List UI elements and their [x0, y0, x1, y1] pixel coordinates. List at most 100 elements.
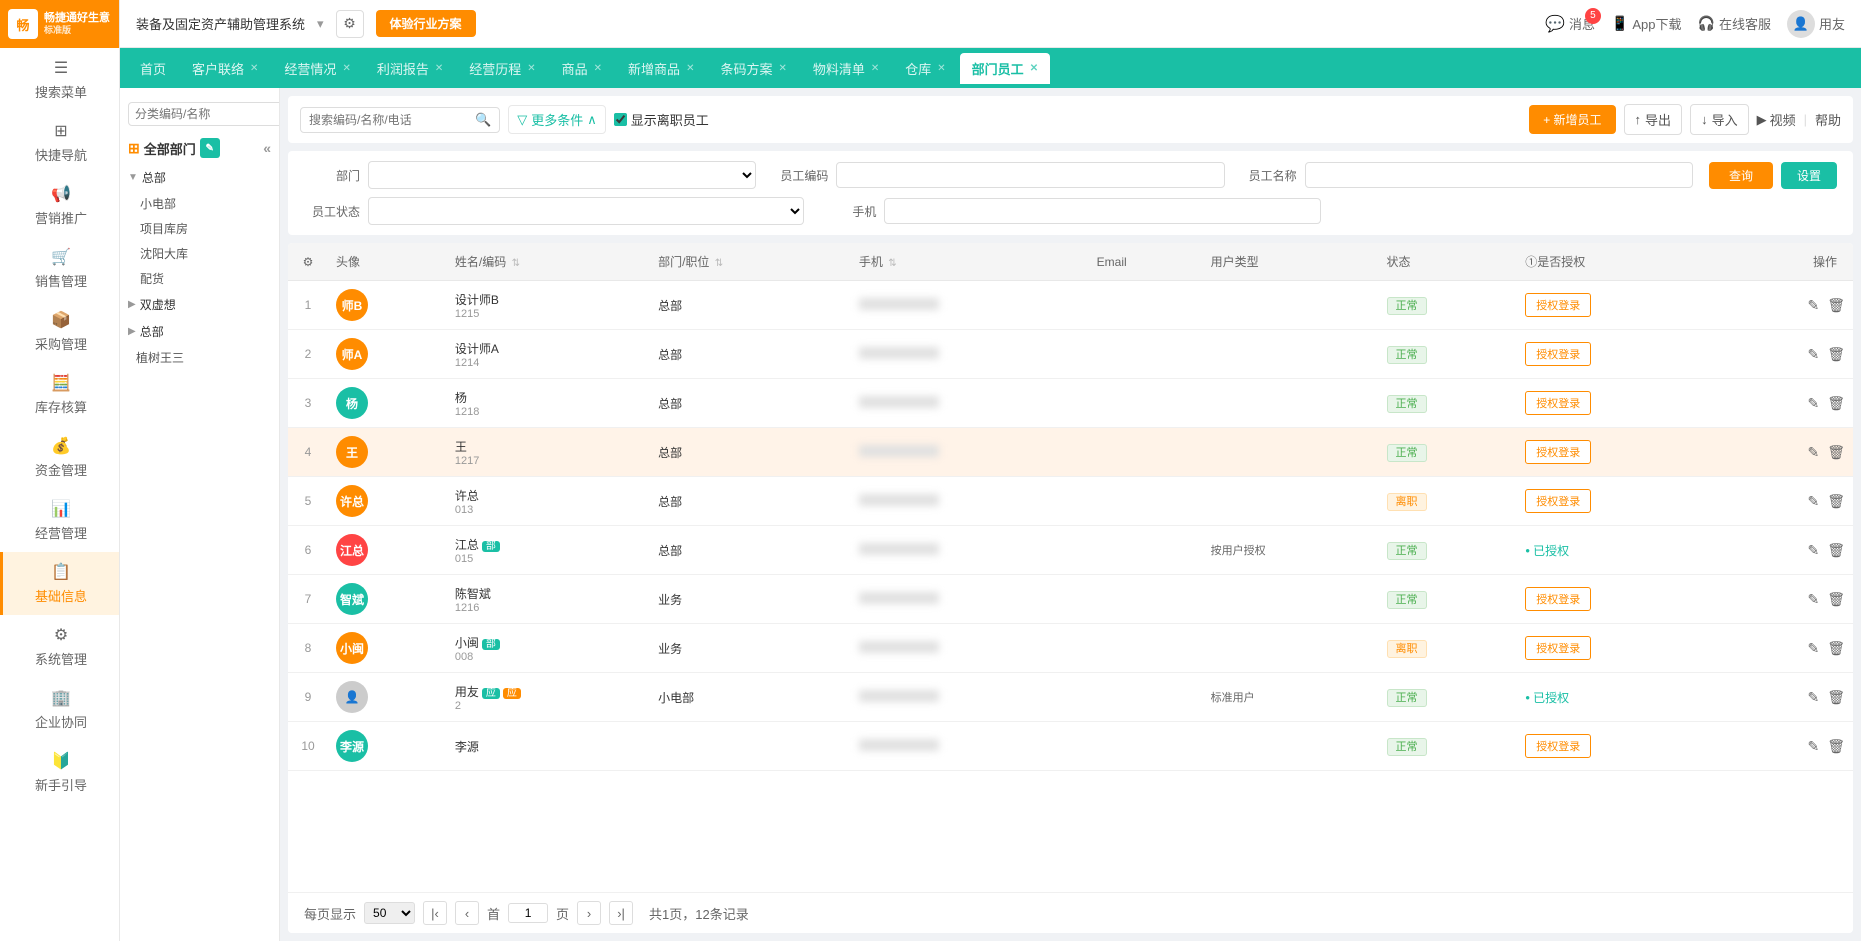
show-resigned-check[interactable]: 显示离职员工 [614, 110, 709, 129]
navtab-customer[interactable]: 客户联络✕ [180, 53, 270, 84]
edit-btn[interactable]: ✎ [1807, 346, 1819, 363]
dept-select[interactable] [368, 161, 756, 189]
resigned-checkbox[interactable] [614, 113, 627, 126]
edit-btn[interactable]: ✎ [1807, 395, 1819, 412]
navtab-barcode[interactable]: 条码方案✕ [708, 53, 798, 84]
sidebar-item-marketing[interactable]: 📢营销推广 [0, 174, 119, 237]
edit-btn[interactable]: ✎ [1807, 689, 1819, 706]
navtab-close-dept-staff[interactable]: ✕ [1030, 63, 1038, 74]
search-input[interactable] [309, 113, 469, 127]
sidebar-item-basic[interactable]: 📋基础信息 [0, 552, 119, 615]
sidebar-item-guide[interactable]: 🔰新手引导 [0, 741, 119, 804]
tree-item-小电部[interactable]: 小电部 [120, 191, 279, 216]
set-btn[interactable]: 设置 [1781, 162, 1837, 189]
add-employee-btn[interactable]: + 新增员工 [1529, 105, 1615, 134]
auth-btn[interactable]: 授权登录 [1525, 391, 1591, 415]
page-number-input[interactable] [508, 903, 548, 923]
tree-group-title-总部[interactable]: ▼ 总部 [120, 164, 279, 191]
edit-btn[interactable]: ✎ [1807, 738, 1819, 755]
edit-btn[interactable]: ✎ [1807, 493, 1819, 510]
col-settings[interactable]: ⚙ [288, 243, 328, 281]
online-service-btn[interactable]: 🎧 在线客服 [1698, 14, 1771, 33]
status-select[interactable] [368, 197, 804, 225]
navtab-profit[interactable]: 利润报告✕ [365, 53, 455, 84]
user-area[interactable]: 👤 用友 [1787, 10, 1845, 38]
navtab-biz-process[interactable]: 经营历程✕ [457, 53, 547, 84]
navtab-close-goods[interactable]: ✕ [594, 63, 602, 74]
delete-btn[interactable]: 🗑 [1827, 297, 1845, 314]
sidebar-item-search[interactable]: ☰搜索菜单 [0, 48, 119, 111]
delete-btn[interactable]: 🗑 [1827, 493, 1845, 510]
sidebar-item-sales[interactable]: 🛒销售管理 [0, 237, 119, 300]
auth-btn[interactable]: 授权登录 [1525, 734, 1591, 758]
delete-btn[interactable]: 🗑 [1827, 640, 1845, 657]
tree-search-input[interactable] [128, 102, 280, 126]
sidebar-item-enterprise[interactable]: 🏢企业协同 [0, 678, 119, 741]
import-btn[interactable]: ↓ 导入 [1690, 104, 1749, 135]
sidebar-item-operation[interactable]: 📊经营管理 [0, 489, 119, 552]
prev-page-btn[interactable]: ‹ [455, 901, 479, 925]
tree-group-title-双虚想[interactable]: ▶ 双虚想 [120, 291, 279, 318]
query-btn[interactable]: 查询 [1709, 162, 1773, 189]
tree-item-配货[interactable]: 配货 [120, 266, 279, 291]
delete-btn[interactable]: 🗑 [1827, 395, 1845, 412]
view-btn[interactable]: ▶ 视频 [1757, 110, 1796, 129]
message-btn[interactable]: 💬 5 消息 [1545, 14, 1595, 34]
delete-btn[interactable]: 🗑 [1827, 591, 1845, 608]
emp-code-input[interactable] [836, 162, 1224, 188]
navtab-warehouse[interactable]: 仓库✕ [893, 53, 957, 84]
navtab-close-material[interactable]: ✕ [871, 63, 879, 74]
auth-btn[interactable]: 授权登录 [1525, 440, 1591, 464]
edit-btn[interactable]: ✎ [1807, 591, 1819, 608]
navtab-close-operation[interactable]: ✕ [342, 63, 350, 74]
edit-btn[interactable]: ✎ [1807, 542, 1819, 559]
col-name[interactable]: 姓名/编码 ⇅ [447, 243, 650, 281]
navtab-new-goods[interactable]: 新增商品✕ [616, 53, 706, 84]
tree-edit-btn[interactable]: ✎ [200, 138, 220, 158]
table-scroll[interactable]: ⚙ 头像 姓名/编码 ⇅ 部门/职位 ⇅ 手机 ⇅ Email 用户类型 状态 … [288, 243, 1853, 892]
last-page-btn[interactable]: ›| [609, 901, 633, 925]
tree-collapse-btn[interactable]: « [263, 140, 271, 156]
tree-item-沈阳大库[interactable]: 沈阳大库 [120, 241, 279, 266]
sidebar-item-purchase[interactable]: 📦采购管理 [0, 300, 119, 363]
sidebar-item-inventory[interactable]: 🧮库存核算 [0, 363, 119, 426]
trial-btn[interactable]: 体验行业方案 [376, 10, 476, 37]
delete-btn[interactable]: 🗑 [1827, 346, 1845, 363]
tree-group-title-总部[interactable]: ▶ 总部 [120, 318, 279, 345]
navtab-close-customer[interactable]: ✕ [250, 63, 258, 74]
navtab-close-biz-process[interactable]: ✕ [527, 63, 535, 74]
next-page-btn[interactable]: › [577, 901, 601, 925]
delete-btn[interactable]: 🗑 [1827, 689, 1845, 706]
navtab-goods[interactable]: 商品✕ [550, 53, 614, 84]
navtab-operation[interactable]: 经营情况✕ [272, 53, 362, 84]
auth-btn[interactable]: 授权登录 [1525, 587, 1591, 611]
col-phone[interactable]: 手机 ⇅ [851, 243, 1089, 281]
col-dept[interactable]: 部门/职位 ⇅ [650, 243, 851, 281]
export-btn[interactable]: ↑ 导出 [1624, 104, 1683, 135]
auth-btn[interactable]: 授权登录 [1525, 342, 1591, 366]
navtab-close-new-goods[interactable]: ✕ [686, 63, 694, 74]
more-conditions-btn[interactable]: ▽ 更多条件 ∧ [508, 105, 606, 134]
auth-btn[interactable]: 授权登录 [1525, 293, 1591, 317]
topbar-settings-btn[interactable]: ⚙ [336, 10, 364, 38]
auth-btn[interactable]: 授权登录 [1525, 489, 1591, 513]
navtab-close-profit[interactable]: ✕ [435, 63, 443, 74]
navtab-material[interactable]: 物料清单✕ [801, 53, 891, 84]
edit-btn[interactable]: ✎ [1807, 640, 1819, 657]
navtab-close-warehouse[interactable]: ✕ [937, 63, 945, 74]
search-icon[interactable]: 🔍 [475, 112, 491, 128]
sidebar-item-finance[interactable]: 💰资金管理 [0, 426, 119, 489]
navtab-close-barcode[interactable]: ✕ [778, 63, 786, 74]
edit-btn[interactable]: ✎ [1807, 297, 1819, 314]
first-page-btn[interactable]: |‹ [423, 901, 447, 925]
delete-btn[interactable]: 🗑 [1827, 444, 1845, 461]
delete-btn[interactable]: 🗑 [1827, 738, 1845, 755]
edit-btn[interactable]: ✎ [1807, 444, 1819, 461]
auth-btn[interactable]: 授权登录 [1525, 636, 1591, 660]
emp-name-input[interactable] [1305, 162, 1693, 188]
tree-item-项目库房[interactable]: 项目库房 [120, 216, 279, 241]
app-download-btn[interactable]: 📱 App下载 [1611, 14, 1682, 33]
navtab-home[interactable]: 首页 [128, 53, 178, 84]
help-btn[interactable]: 帮助 [1815, 110, 1841, 129]
sidebar-item-quick-nav[interactable]: ⊞快捷导航 [0, 111, 119, 174]
